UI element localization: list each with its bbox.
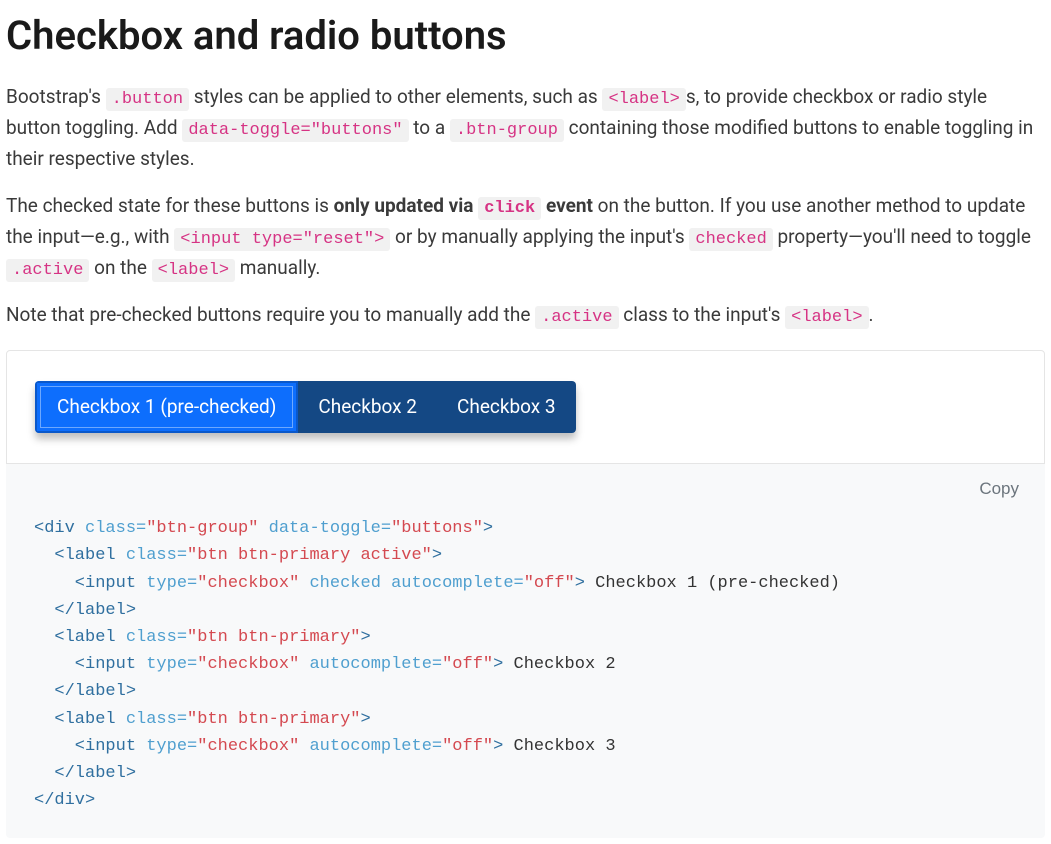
code-token: <div [34, 519, 75, 538]
example-container: Checkbox 1 (pre-checked) Checkbox 2 Chec… [6, 350, 1045, 465]
code-token: > [360, 710, 370, 729]
code-token: <input [34, 655, 136, 674]
code-token: </label> [34, 682, 136, 701]
code-token: "off" [442, 655, 493, 674]
code-token: > [575, 574, 585, 593]
text: . [869, 303, 874, 326]
checkbox-2-button[interactable]: Checkbox 2 [298, 381, 437, 434]
button-group: Checkbox 1 (pre-checked) Checkbox 2 Chec… [35, 381, 576, 434]
code-inline: .active [6, 259, 89, 282]
paragraph-1: Bootstrap's .button styles can be applie… [6, 82, 1045, 175]
code-token: > [432, 546, 442, 565]
checkbox-1-button[interactable]: Checkbox 1 (pre-checked) [35, 381, 298, 434]
code-token: "buttons" [391, 519, 483, 538]
code-token: > [483, 519, 493, 538]
code-inline: <input type="reset"> [174, 228, 390, 251]
code-inline: click [478, 197, 541, 220]
code-token: data-toggle= [258, 519, 391, 538]
code-token: <label [34, 546, 116, 565]
code-token: checked autocomplete= [299, 574, 523, 593]
code-token: "off" [524, 574, 575, 593]
code-inline: <label> [602, 88, 685, 111]
code-token: "checkbox" [197, 574, 299, 593]
code-inline: .button [106, 88, 189, 111]
code-token: "btn btn-primary active" [187, 546, 432, 565]
code-token: Checkbox 3 [503, 737, 615, 756]
text: Bootstrap's [6, 85, 106, 108]
code-token: <label [34, 628, 116, 647]
text: to a [409, 116, 450, 139]
paragraph-3: Note that pre-checked buttons require yo… [6, 300, 1045, 331]
copy-button[interactable]: Copy [973, 478, 1025, 500]
text: property—you'll need to toggle [773, 225, 1031, 248]
code-token: </label> [34, 601, 136, 620]
code-inline: .active [535, 306, 618, 329]
paragraph-2: The checked state for these buttons is o… [6, 191, 1045, 285]
page-title: Checkbox and radio buttons [6, 6, 1045, 66]
code-token: "btn btn-primary" [187, 628, 360, 647]
code-token: Checkbox 1 (pre-checked) [585, 574, 840, 593]
code-token: "btn-group" [146, 519, 258, 538]
code-token: class= [116, 628, 187, 647]
text: manually. [235, 256, 320, 279]
text: on the [89, 256, 151, 279]
text: class to the input's [619, 303, 786, 326]
text: or by manually applying the input's [390, 225, 689, 248]
code-inline: <label> [785, 306, 868, 329]
code-token: </div> [34, 791, 95, 810]
code-token: Checkbox 2 [503, 655, 615, 674]
code-inline: .btn-group [450, 119, 564, 142]
code-token: type= [136, 737, 197, 756]
code-token: <label [34, 710, 116, 729]
code-token: type= [136, 574, 197, 593]
code-token: "btn btn-primary" [187, 710, 360, 729]
code-token: "checkbox" [197, 737, 299, 756]
code-block: Copy<div class="btn-group" data-toggle="… [6, 464, 1045, 838]
text: The checked state for these buttons is [6, 194, 334, 217]
code-token: type= [136, 655, 197, 674]
code-inline: data-toggle="buttons" [182, 119, 408, 142]
code-token: <input [34, 737, 136, 756]
code-token: class= [116, 710, 187, 729]
text: Note that pre-checked buttons require yo… [6, 303, 535, 326]
code-token: > [493, 655, 503, 674]
text: styles can be applied to other elements,… [189, 85, 602, 108]
code-inline: checked [689, 228, 772, 251]
code-token: > [360, 628, 370, 647]
code-token: </label> [34, 764, 136, 783]
strong-text: only updated via click event [334, 194, 593, 217]
code-token: "off" [442, 737, 493, 756]
code-inline: <label> [152, 259, 235, 282]
code-token: class= [75, 519, 146, 538]
checkbox-3-button[interactable]: Checkbox 3 [437, 381, 576, 434]
code-token: class= [116, 546, 187, 565]
code-token: <input [34, 574, 136, 593]
code-token: autocomplete= [299, 737, 442, 756]
code-token: "checkbox" [197, 655, 299, 674]
code-token: autocomplete= [299, 655, 442, 674]
code-token: > [493, 737, 503, 756]
